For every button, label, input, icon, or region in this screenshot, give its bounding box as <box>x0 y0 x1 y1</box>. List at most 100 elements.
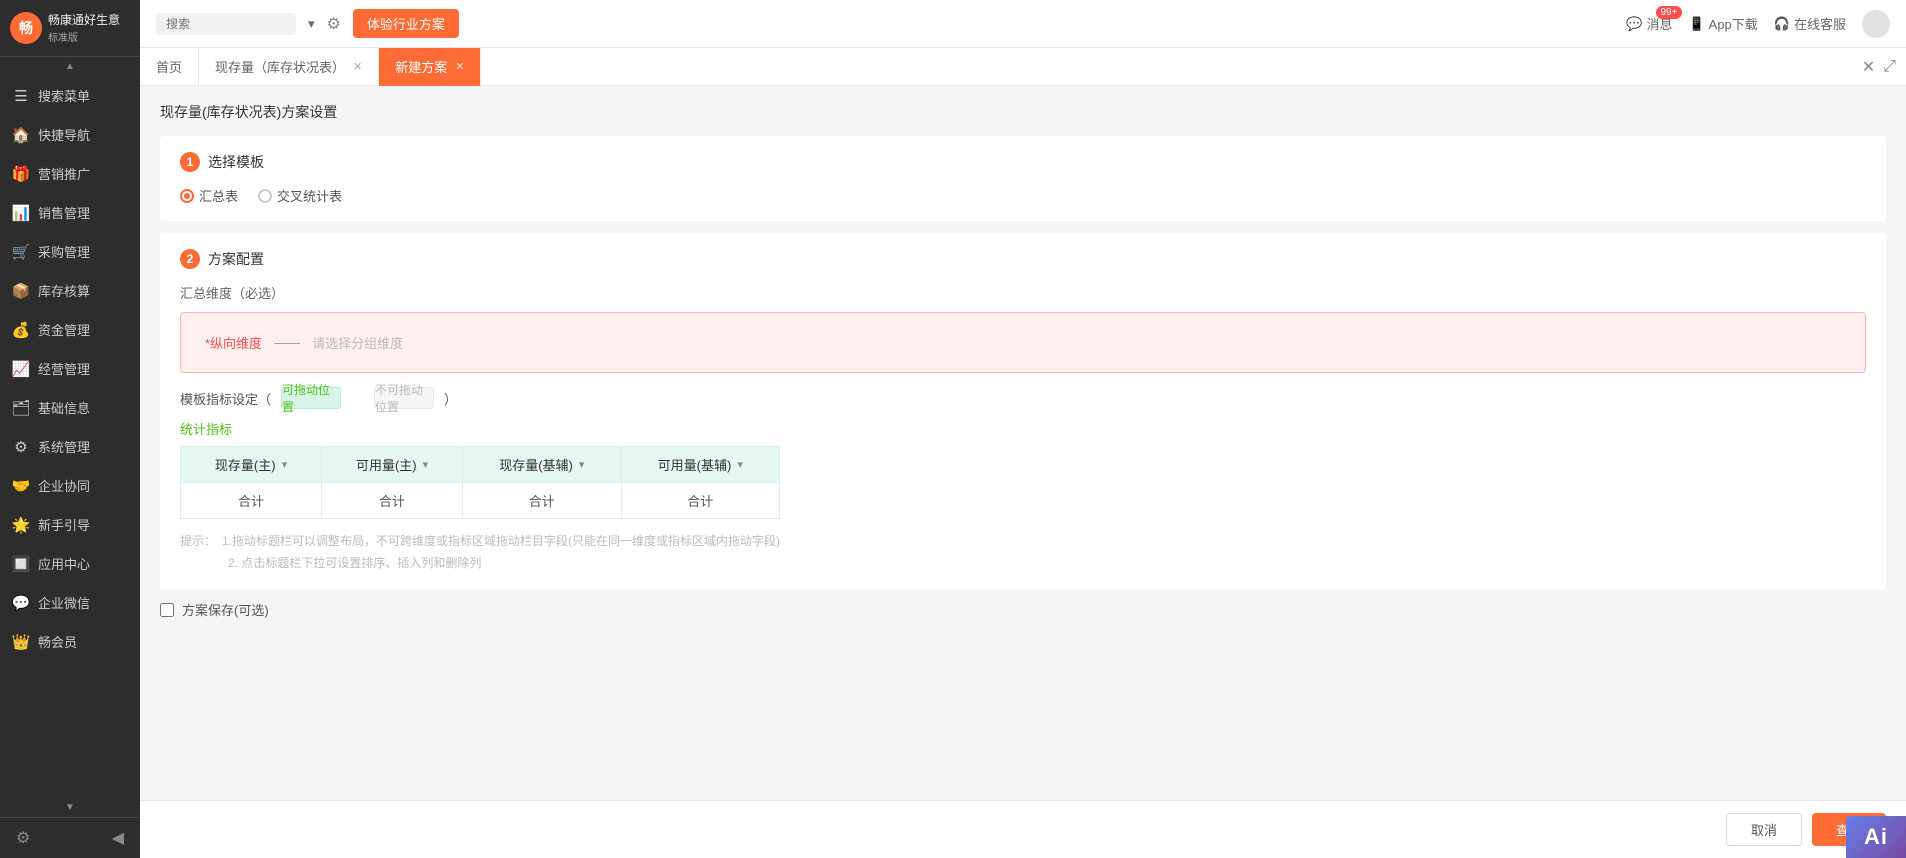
finance-icon: 💰 <box>12 321 30 339</box>
save-checkbox[interactable] <box>160 603 174 617</box>
settings-icon[interactable]: ⚙ <box>16 828 30 848</box>
sidebar-item-marketing[interactable]: 🎁 营销推广 <box>0 154 140 193</box>
search-input[interactable] <box>156 13 296 35</box>
online-service-link[interactable]: 🎧 在线客服 <box>1774 14 1846 33</box>
app-logo-icon: 畅 <box>10 12 42 44</box>
save-row: 方案保存(可选) <box>160 590 1886 629</box>
message-count: 99+ <box>1656 6 1683 19</box>
tab-label: 新建方案 <box>395 57 447 76</box>
radio-dot-cross <box>258 189 272 203</box>
required-label: *纵向维度 <box>205 333 262 352</box>
cell-col2: 合计 <box>322 483 463 519</box>
app-download-link[interactable]: 📱 App下载 <box>1688 14 1757 33</box>
indicator-settings-text2 <box>351 389 364 408</box>
solution-btn[interactable]: 体验行业方案 <box>353 9 459 38</box>
sidebar-item-label: 畅会员 <box>38 632 77 651</box>
sidebar-item-cooperation[interactable]: 🤝 企业协同 <box>0 466 140 505</box>
table-header-col2[interactable]: 可用量(主) ▾ <box>322 447 463 483</box>
gift-icon: 🎁 <box>12 165 30 183</box>
sales-icon: 📊 <box>12 204 30 222</box>
table-header-col1[interactable]: 现存量(主) ▾ <box>181 447 322 483</box>
step2-label: 2 方案配置 <box>180 249 1866 269</box>
cell-col3: 合计 <box>463 483 621 519</box>
sidebar-scroll-down[interactable]: ▼ <box>0 798 140 817</box>
topbar-right: 💬 消息 99+ 📱 App下载 🎧 在线客服 <box>1626 10 1890 38</box>
message-badge[interactable]: 💬 消息 99+ <box>1626 14 1672 33</box>
cancel-button[interactable]: 取消 <box>1726 813 1802 846</box>
sidebar-menu: ☰ 搜索菜单 🏠 快捷导航 🎁 营销推广 📊 销售管理 🛒 采购管理 📦 库存核… <box>0 76 140 798</box>
col1-label: 现存量(主) <box>215 455 276 474</box>
sidebar-item-system[interactable]: ⚙ 系统管理 <box>0 427 140 466</box>
app-version: 标准版 <box>48 29 120 44</box>
tab-close-icon[interactable]: ✕ <box>455 60 464 73</box>
table-header-col4[interactable]: 可用量(基辅) ▾ <box>621 447 779 483</box>
sidebar-item-label: 经营管理 <box>38 359 90 378</box>
sidebar-scroll-up[interactable]: ▲ <box>0 57 140 76</box>
sidebar-item-purchase[interactable]: 🛒 采购管理 <box>0 232 140 271</box>
tab-close-icon[interactable]: ✕ <box>353 60 362 73</box>
table-header-col3[interactable]: 现存量(基辅) ▾ <box>463 447 621 483</box>
sidebar-item-management[interactable]: 📈 经营管理 <box>0 349 140 388</box>
tag-draggable: 可拖动位置 <box>281 387 341 409</box>
chevron-down-icon: ▾ <box>282 458 288 471</box>
sidebar-item-label: 系统管理 <box>38 437 90 456</box>
message-icon: 💬 <box>1626 16 1642 32</box>
chevron-down-icon: ▾ <box>423 458 429 471</box>
radio-summary-table[interactable]: 汇总表 <box>180 186 238 205</box>
expand-icon[interactable]: ⤢ <box>1883 58 1896 76</box>
table-row: 合计 合计 合计 合计 <box>181 483 780 519</box>
sidebar-item-member[interactable]: 👑 畅会员 <box>0 622 140 661</box>
inventory-icon: 📦 <box>12 282 30 300</box>
step2-num: 2 <box>180 249 200 269</box>
bottom-bar: 取消 查询 <box>140 800 1906 858</box>
tab-label: 首页 <box>156 57 182 76</box>
tab-home[interactable]: 首页 <box>140 48 199 86</box>
indicator-settings: 模板指标设定（ 可拖动位置 不可拖动位置 ） 统计指标 <box>180 387 1866 519</box>
save-label: 方案保存(可选) <box>182 600 269 619</box>
purchase-icon: 🛒 <box>12 243 30 261</box>
tips-section: 提示： 1.拖动标题栏可以调整布局，不可跨维度或指标区域拖动栏目字段(只能在同一… <box>180 531 1866 574</box>
sidebar-item-finance[interactable]: 💰 资金管理 <box>0 310 140 349</box>
online-service-label: 在线客服 <box>1794 14 1846 33</box>
tab-inventory[interactable]: 现存量（库存状况表） ✕ <box>199 48 379 86</box>
collapse-icon[interactable]: ◀ <box>112 828 124 848</box>
sidebar-item-search[interactable]: ☰ 搜索菜单 <box>0 76 140 115</box>
sidebar-item-label: 销售管理 <box>38 203 90 222</box>
main-area: ▾ ⚙ 体验行业方案 💬 消息 99+ 📱 App下载 🎧 在线客服 首页 <box>140 0 1906 858</box>
sidebar-item-quick-nav[interactable]: 🏠 快捷导航 <box>0 115 140 154</box>
tab-new-plan[interactable]: 新建方案 ✕ <box>379 48 481 86</box>
radio-dot-summary <box>180 189 194 203</box>
sidebar-item-sales[interactable]: 📊 销售管理 <box>0 193 140 232</box>
sidebar-item-label: 搜索菜单 <box>38 86 90 105</box>
basic-info-icon: 🗂 <box>12 399 30 417</box>
topbar-dropdown[interactable]: ▾ <box>308 16 315 32</box>
sidebar-item-label: 新手引导 <box>38 515 90 534</box>
sidebar-item-basic-info[interactable]: 🗂 基础信息 <box>0 388 140 427</box>
tip-1: 提示： 1.拖动标题栏可以调整布局，不可跨维度或指标区域拖动栏目字段(只能在同一… <box>180 531 1866 553</box>
radio-label-cross: 交叉统计表 <box>277 186 342 205</box>
ai-badge[interactable]: Ai <box>1846 816 1906 858</box>
sidebar-item-guide[interactable]: 🌟 新手引导 <box>0 505 140 544</box>
template-radio-group: 汇总表 交叉统计表 <box>180 186 1866 205</box>
sidebar-item-label: 应用中心 <box>38 554 90 573</box>
dimension-placeholder[interactable]: 请选择分组维度 <box>312 333 403 352</box>
dash-separator: —— <box>274 335 300 350</box>
sidebar-item-label: 企业微信 <box>38 593 90 612</box>
download-icon: 📱 <box>1688 16 1704 32</box>
page-title: 现存量(库存状况表)方案设置 <box>160 102 1886 122</box>
sidebar-item-wechat[interactable]: 💬 企业微信 <box>0 583 140 622</box>
radio-cross-table[interactable]: 交叉统计表 <box>258 186 342 205</box>
app-name: 畅康通好生意 <box>48 12 120 29</box>
step1-label: 1 选择模板 <box>180 152 1866 172</box>
sidebar-item-inventory[interactable]: 📦 库存核算 <box>0 271 140 310</box>
close-icon[interactable]: ✕ <box>1862 57 1875 77</box>
sidebar-item-app-center[interactable]: 🔲 应用中心 <box>0 544 140 583</box>
management-icon: 📈 <box>12 360 30 378</box>
cell-col1: 合计 <box>181 483 322 519</box>
gear-icon[interactable]: ⚙ <box>327 14 341 34</box>
col4-label: 可用量(基辅) <box>658 455 732 474</box>
user-avatar[interactable] <box>1862 10 1890 38</box>
col3-label: 现存量(基辅) <box>499 455 573 474</box>
cooperation-icon: 🤝 <box>12 477 30 495</box>
wechat-icon: 💬 <box>12 594 30 612</box>
